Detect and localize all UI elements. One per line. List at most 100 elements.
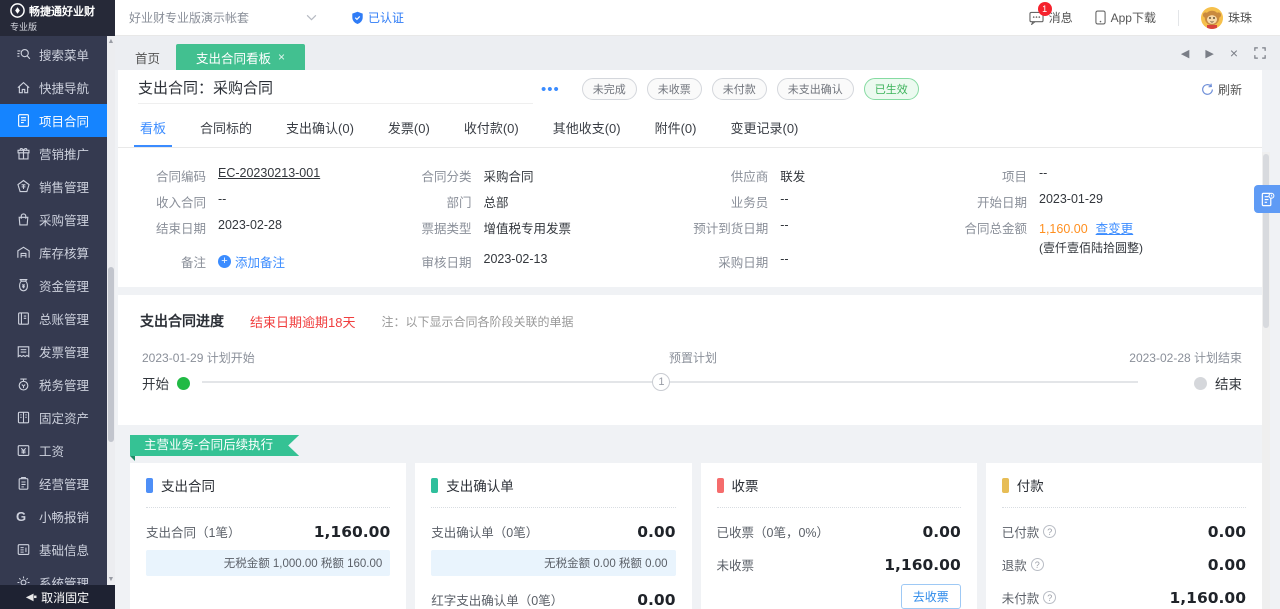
- base-info-icon: [16, 542, 31, 557]
- more-actions-icon[interactable]: •••: [541, 81, 560, 98]
- sidebar-item-小畅报销[interactable]: G 小畅报销: [0, 500, 107, 533]
- add-note-link[interactable]: + 添加备注: [218, 252, 285, 271]
- field-合同编码: 合同编码 EC-20230213-001: [124, 162, 404, 188]
- field-合同分类: 合同分类 采购合同: [404, 162, 673, 188]
- salary-icon: [16, 443, 31, 458]
- logo-subtitle: 专业版: [10, 21, 38, 32]
- sidebar-item-快捷导航[interactable]: 快捷导航: [0, 71, 107, 104]
- milestone-node[interactable]: 1: [652, 373, 671, 391]
- operation-icon: [16, 476, 31, 491]
- sidebar-item-资金管理[interactable]: 资金管理: [0, 269, 107, 302]
- sidebar-item-基础信息[interactable]: 基础信息: [0, 533, 107, 566]
- card-row-value: 1,160.00: [313, 522, 391, 541]
- window-tabs: 首页 支出合同看板 ×: [119, 44, 306, 70]
- detail-tab-收付款(0)[interactable]: 收付款(0): [464, 108, 519, 147]
- detail-tab-变更记录(0)[interactable]: 变更记录(0): [730, 108, 798, 147]
- tab-close-all-icon[interactable]: ×: [1230, 45, 1238, 61]
- tab-close-icon[interactable]: ×: [278, 50, 285, 64]
- invoice-icon: [16, 344, 31, 359]
- help-icon[interactable]: ?: [1030, 558, 1044, 571]
- sidebar-item-采购管理[interactable]: 采购管理: [0, 203, 107, 236]
- logo-title: 畅捷通好业财: [29, 5, 95, 18]
- ribbon-fold: [130, 456, 135, 461]
- sidebar-item-库存核算[interactable]: 库存核算: [0, 236, 107, 269]
- sidebar-scrollbar[interactable]: ▲ ▼: [107, 36, 115, 585]
- card-header: 付款: [1001, 475, 1246, 495]
- content-scroll-thumb[interactable]: [1263, 154, 1269, 328]
- window-tab-首页[interactable]: 首页: [119, 44, 176, 70]
- summary-card-支出合同: 支出合同 支出合同（1笔） 1,160.00 无税金额 1,000.00 税额 160…: [130, 463, 407, 609]
- app-logo[interactable]: 畅捷通好业财 专业版: [0, 0, 115, 36]
- sidebar-item-营销推广[interactable]: 营销推广: [0, 137, 107, 170]
- detail-tab-附件(0)[interactable]: 附件(0): [655, 108, 697, 147]
- scroll-down-icon[interactable]: ▼: [107, 576, 115, 583]
- field-供应商: 供应商 联发: [672, 162, 941, 188]
- unpin-label: 取消固定: [41, 590, 90, 605]
- sidebar-item-项目合同[interactable]: 项目合同: [0, 104, 107, 137]
- messages-button[interactable]: 消息 1: [1029, 2, 1073, 26]
- help-icon[interactable]: ?: [1043, 591, 1057, 604]
- field-value: --: [780, 192, 789, 206]
- field-项目: 项目 --: [941, 162, 1242, 188]
- card-divider: [1001, 507, 1246, 508]
- sidebar-item-固定资产[interactable]: 固定资产: [0, 401, 107, 434]
- sidebar-item-发票管理[interactable]: 发票管理: [0, 335, 107, 368]
- sidebar-item-label: 总账管理: [39, 313, 90, 327]
- user-menu[interactable]: 珠珠: [1200, 6, 1252, 29]
- window-tab-支出合同看板[interactable]: 支出合同看板 ×: [176, 44, 306, 70]
- unpin-sidebar-button[interactable]: ◀▪ 取消固定: [0, 585, 115, 609]
- card-row-value: 0.00: [922, 522, 961, 541]
- field-label: 票据类型: [421, 222, 472, 236]
- content-scrollbar[interactable]: [1262, 152, 1270, 609]
- help-icon[interactable]: ?: [1043, 525, 1057, 538]
- card-accent-bar: [1001, 477, 1009, 493]
- doc-panel-toggle[interactable]: [1254, 185, 1280, 213]
- sidebar-item-label: 发票管理: [39, 346, 90, 360]
- field-label: 收入合同: [155, 196, 206, 210]
- plan-start-date: 2023-01-29 计划开始: [142, 351, 255, 365]
- sidebar-item-系统管理[interactable]: 系统管理: [0, 566, 107, 585]
- sidebar-item-label: 基础信息: [39, 544, 90, 558]
- scroll-up-icon[interactable]: ▲: [107, 38, 115, 45]
- detail-tab-其他收支(0)[interactable]: 其他收支(0): [553, 108, 621, 147]
- card-row-label: 支出合同（1笔）: [146, 526, 241, 540]
- card-title: 收票: [731, 479, 759, 494]
- card-row-label: 已付款?: [1002, 522, 1057, 541]
- sidebar-item-工资[interactable]: 工资: [0, 434, 107, 467]
- sidebar-item-搜索菜单[interactable]: 搜索菜单: [0, 38, 107, 71]
- card-row-红字支出确认单（0笔）: 红字支出确认单（0笔） 0.00: [431, 590, 675, 609]
- verified-badge[interactable]: 已认证: [351, 9, 404, 26]
- sidebar-item-经营管理[interactable]: 经营管理: [0, 467, 107, 500]
- sidebar-item-销售管理[interactable]: 销售管理: [0, 170, 107, 203]
- app-download-button[interactable]: App下载: [1094, 9, 1156, 26]
- card-header: 收票: [716, 475, 961, 495]
- detail-tab-看板[interactable]: 看板: [133, 108, 173, 147]
- detail-tab-支出确认(0)[interactable]: 支出确认(0): [286, 108, 354, 147]
- card-action-button-去收票[interactable]: 去收票: [900, 584, 961, 609]
- sidebar-item-label: 销售管理: [39, 181, 90, 195]
- summary-cards: 支出合同 支出合同（1笔） 1,160.00 无税金额 1,000.00 税额 160…: [130, 463, 1262, 609]
- fullscreen-icon[interactable]: [1254, 47, 1266, 59]
- sidebar-item-label: 搜索菜单: [39, 49, 90, 63]
- field-value: --: [780, 252, 789, 266]
- tab-prev-icon[interactable]: ◀: [1181, 47, 1189, 60]
- contract-code-link[interactable]: EC-20230213-001: [218, 166, 320, 180]
- sidebar-item-税务管理[interactable]: 税务管理: [0, 368, 107, 401]
- detail-tab-合同标的[interactable]: 合同标的: [200, 108, 252, 147]
- tab-next-icon[interactable]: ▶: [1205, 47, 1213, 60]
- refresh-button[interactable]: 刷新: [1201, 81, 1242, 98]
- card-row-value: 0.00: [1207, 522, 1246, 541]
- page-header: 支出合同：采购合同 ••• 未完成 未收票 未付款 未支出确认 已生效 刷新: [118, 70, 1262, 108]
- sidebar-scroll-thumb[interactable]: [108, 266, 114, 443]
- detail-tab-发票(0)[interactable]: 发票(0): [388, 108, 430, 147]
- card-header: 支出确认单: [431, 475, 675, 495]
- sidebar-item-label: 项目合同: [39, 115, 90, 129]
- page-title: 支出合同：采购合同: [138, 74, 534, 104]
- end-label: 结束: [1215, 377, 1242, 392]
- field-票据类型: 票据类型 增值税专用发票: [404, 214, 673, 240]
- sidebar-item-总账管理[interactable]: 总账管理: [0, 302, 107, 335]
- view-changes-link[interactable]: 查变更: [1096, 222, 1134, 236]
- account-selector[interactable]: 好业财专业版演示帐套: [123, 5, 323, 30]
- status-pill-未支出确认: 未支出确认: [776, 78, 854, 100]
- collapse-left-icon: ◀▪: [25, 591, 38, 603]
